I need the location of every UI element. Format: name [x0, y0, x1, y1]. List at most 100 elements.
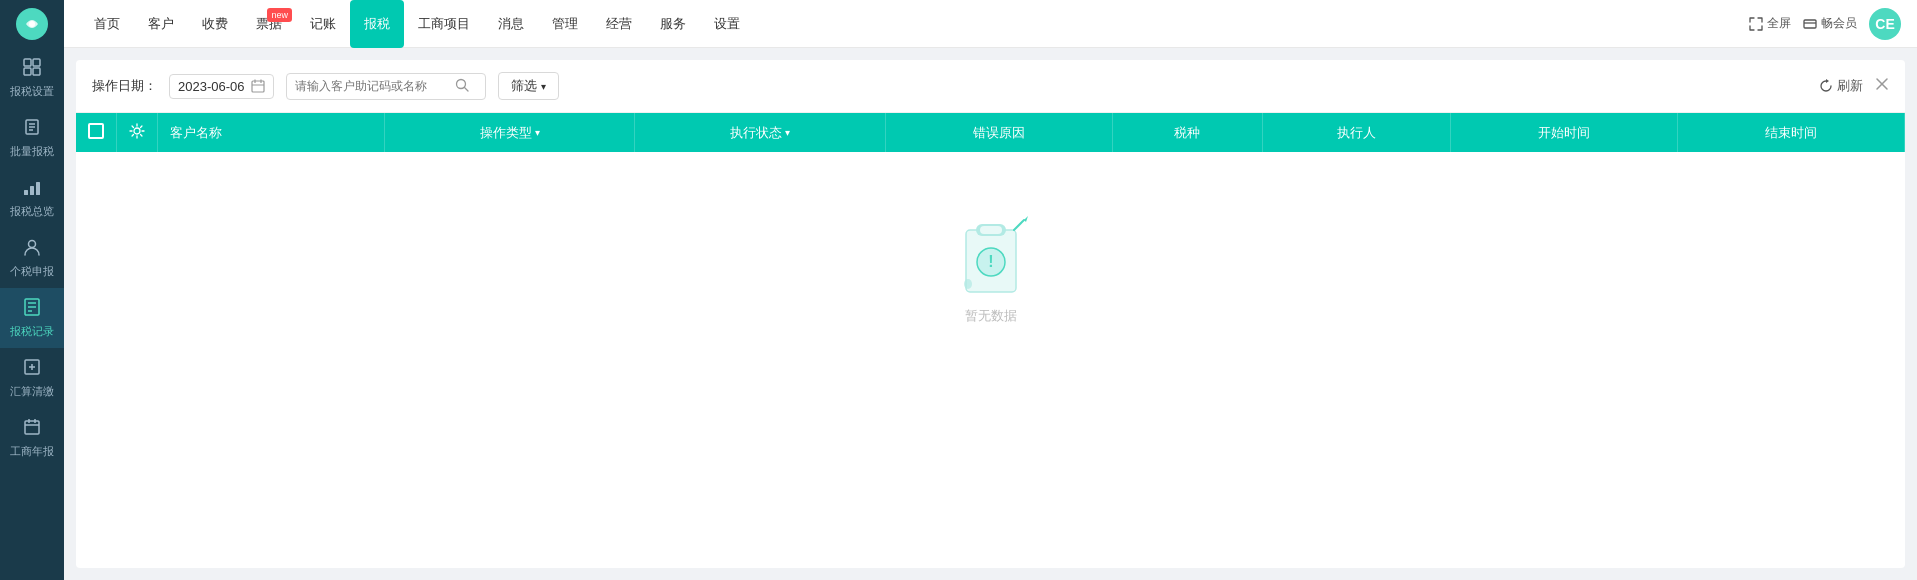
- svg-text:!: !: [988, 253, 993, 270]
- table-wrap: 客户名称 操作类型▾ 执行状态▾ 错误原因 税种 执行人 开始时间 结束时间: [76, 113, 1905, 568]
- nav-bookkeeping[interactable]: 记账: [296, 0, 350, 48]
- search-button[interactable]: [455, 78, 469, 95]
- col-end-time: 结束时间: [1678, 113, 1905, 152]
- empty-illustration: !: [946, 212, 1036, 307]
- sidebar-label-annual-report: 工商年报: [10, 444, 54, 459]
- sidebar-label-batch-tax: 批量报税: [10, 144, 54, 159]
- avatar[interactable]: CE: [1869, 8, 1901, 40]
- svg-line-31: [464, 87, 468, 91]
- col-operation-type: 操作类型▾: [384, 113, 634, 152]
- refresh-button[interactable]: 刷新: [1819, 77, 1863, 95]
- tax-settings-icon: [22, 57, 42, 80]
- col-executor: 执行人: [1262, 113, 1451, 152]
- svg-rect-37: [980, 226, 1002, 234]
- svg-rect-10: [24, 190, 28, 195]
- nav-message[interactable]: 消息: [484, 0, 538, 48]
- sidebar-label-tax-records: 报税记录: [10, 324, 54, 339]
- svg-point-13: [29, 241, 36, 248]
- nav-operation[interactable]: 经营: [592, 0, 646, 48]
- member-icon: [1803, 17, 1817, 31]
- svg-point-1: [29, 21, 35, 27]
- calendar-icon: [251, 79, 265, 93]
- svg-rect-11: [30, 186, 34, 195]
- svg-marker-41: [1024, 216, 1028, 222]
- settings-col-icon: [129, 123, 145, 139]
- batch-tax-icon: [22, 117, 42, 140]
- svg-rect-5: [33, 68, 40, 75]
- nav-home[interactable]: 首页: [80, 0, 134, 48]
- search-icon: [455, 78, 469, 92]
- nav-customer[interactable]: 客户: [134, 0, 188, 48]
- page-content: 操作日期： 2023-06-06: [76, 60, 1905, 568]
- close-button[interactable]: [1875, 77, 1889, 95]
- topnav: 首页 客户 收费 票据 new 记账 报税 工商项目 消息: [64, 0, 1917, 48]
- svg-point-34: [134, 128, 140, 134]
- filter-arrow-status: ▾: [785, 127, 790, 138]
- date-label: 操作日期：: [92, 77, 157, 95]
- col-exec-status: 执行状态▾: [635, 113, 885, 152]
- sidebar-label-tax-summary: 报税总览: [10, 204, 54, 219]
- col-tax-type: 税种: [1112, 113, 1262, 152]
- filter-arrow-operation: ▾: [535, 127, 540, 138]
- svg-rect-12: [36, 182, 40, 195]
- sidebar-item-tax-records[interactable]: 报税记录: [0, 288, 64, 348]
- col-settings: [117, 113, 158, 152]
- tax-summary-icon: [22, 177, 42, 200]
- nav-service[interactable]: 服务: [646, 0, 700, 48]
- col-error-reason: 错误原因: [885, 113, 1112, 152]
- toolbar: 操作日期： 2023-06-06: [76, 60, 1905, 113]
- empty-state: ! 暂无数据: [76, 152, 1905, 385]
- empty-text: 暂无数据: [965, 307, 1017, 325]
- col-checkbox: [76, 113, 117, 152]
- nav-settings[interactable]: 设置: [700, 0, 754, 48]
- nav-items: 首页 客户 收费 票据 new 记账 报税 工商项目 消息: [80, 0, 1749, 48]
- sidebar-item-personal-tax[interactable]: 个税申报: [0, 228, 64, 288]
- svg-point-42: [964, 279, 972, 289]
- content-area: 操作日期： 2023-06-06: [64, 48, 1917, 580]
- search-wrap: [286, 73, 486, 100]
- personal-tax-icon: [22, 237, 42, 260]
- nav-billing[interactable]: 收费: [188, 0, 242, 48]
- sidebar-item-tax-summary[interactable]: 报税总览: [0, 168, 64, 228]
- close-icon: [1875, 77, 1889, 91]
- refresh-icon: [1819, 79, 1833, 93]
- topnav-right: 全屏 畅会员 CE: [1749, 8, 1901, 40]
- nav-business[interactable]: 工商项目: [404, 0, 484, 48]
- sidebar-item-batch-tax[interactable]: 批量报税: [0, 108, 64, 168]
- svg-rect-21: [25, 421, 39, 434]
- nav-manage[interactable]: 管理: [538, 0, 592, 48]
- sidebar-label-personal-tax: 个税申报: [10, 264, 54, 279]
- member-btn[interactable]: 畅会员: [1803, 15, 1857, 32]
- sidebar-label-calc-remit: 汇算清缴: [10, 384, 54, 399]
- svg-rect-3: [33, 59, 40, 66]
- col-customer-name: 客户名称: [158, 113, 385, 152]
- col-start-time: 开始时间: [1451, 113, 1678, 152]
- main-container: 首页 客户 收费 票据 new 记账 报税 工商项目 消息: [64, 0, 1917, 580]
- date-picker[interactable]: 2023-06-06: [169, 74, 274, 99]
- search-input[interactable]: [295, 79, 455, 93]
- sidebar-item-tax-settings[interactable]: 报税设置: [0, 48, 64, 108]
- svg-rect-26: [252, 81, 264, 92]
- nav-tax[interactable]: 报税: [350, 0, 404, 48]
- sidebar: 报税设置 批量报税 报税总览: [0, 0, 64, 580]
- sidebar-logo: [0, 0, 64, 48]
- annual-report-icon: [22, 417, 42, 440]
- app-logo: [16, 8, 48, 40]
- sidebar-item-calc-remit[interactable]: 汇算清缴: [0, 348, 64, 408]
- sidebar-label-tax-settings: 报税设置: [10, 84, 54, 99]
- svg-rect-2: [24, 59, 31, 66]
- svg-line-40: [1014, 220, 1024, 230]
- date-value: 2023-06-06: [178, 79, 245, 94]
- nav-invoice[interactable]: 票据 new: [242, 0, 296, 48]
- sidebar-item-annual-report[interactable]: 工商年报: [0, 408, 64, 468]
- empty-clipboard-svg: !: [946, 212, 1036, 307]
- fullscreen-icon: [1749, 17, 1763, 31]
- calc-remit-icon: [22, 357, 42, 380]
- new-badge: new: [267, 8, 292, 23]
- svg-rect-25: [1804, 20, 1816, 28]
- fullscreen-btn[interactable]: 全屏: [1749, 15, 1791, 32]
- svg-rect-4: [24, 68, 31, 75]
- filter-chevron-icon: ▾: [541, 81, 546, 92]
- select-all-checkbox[interactable]: [88, 123, 104, 139]
- filter-button[interactable]: 筛选 ▾: [498, 72, 559, 100]
